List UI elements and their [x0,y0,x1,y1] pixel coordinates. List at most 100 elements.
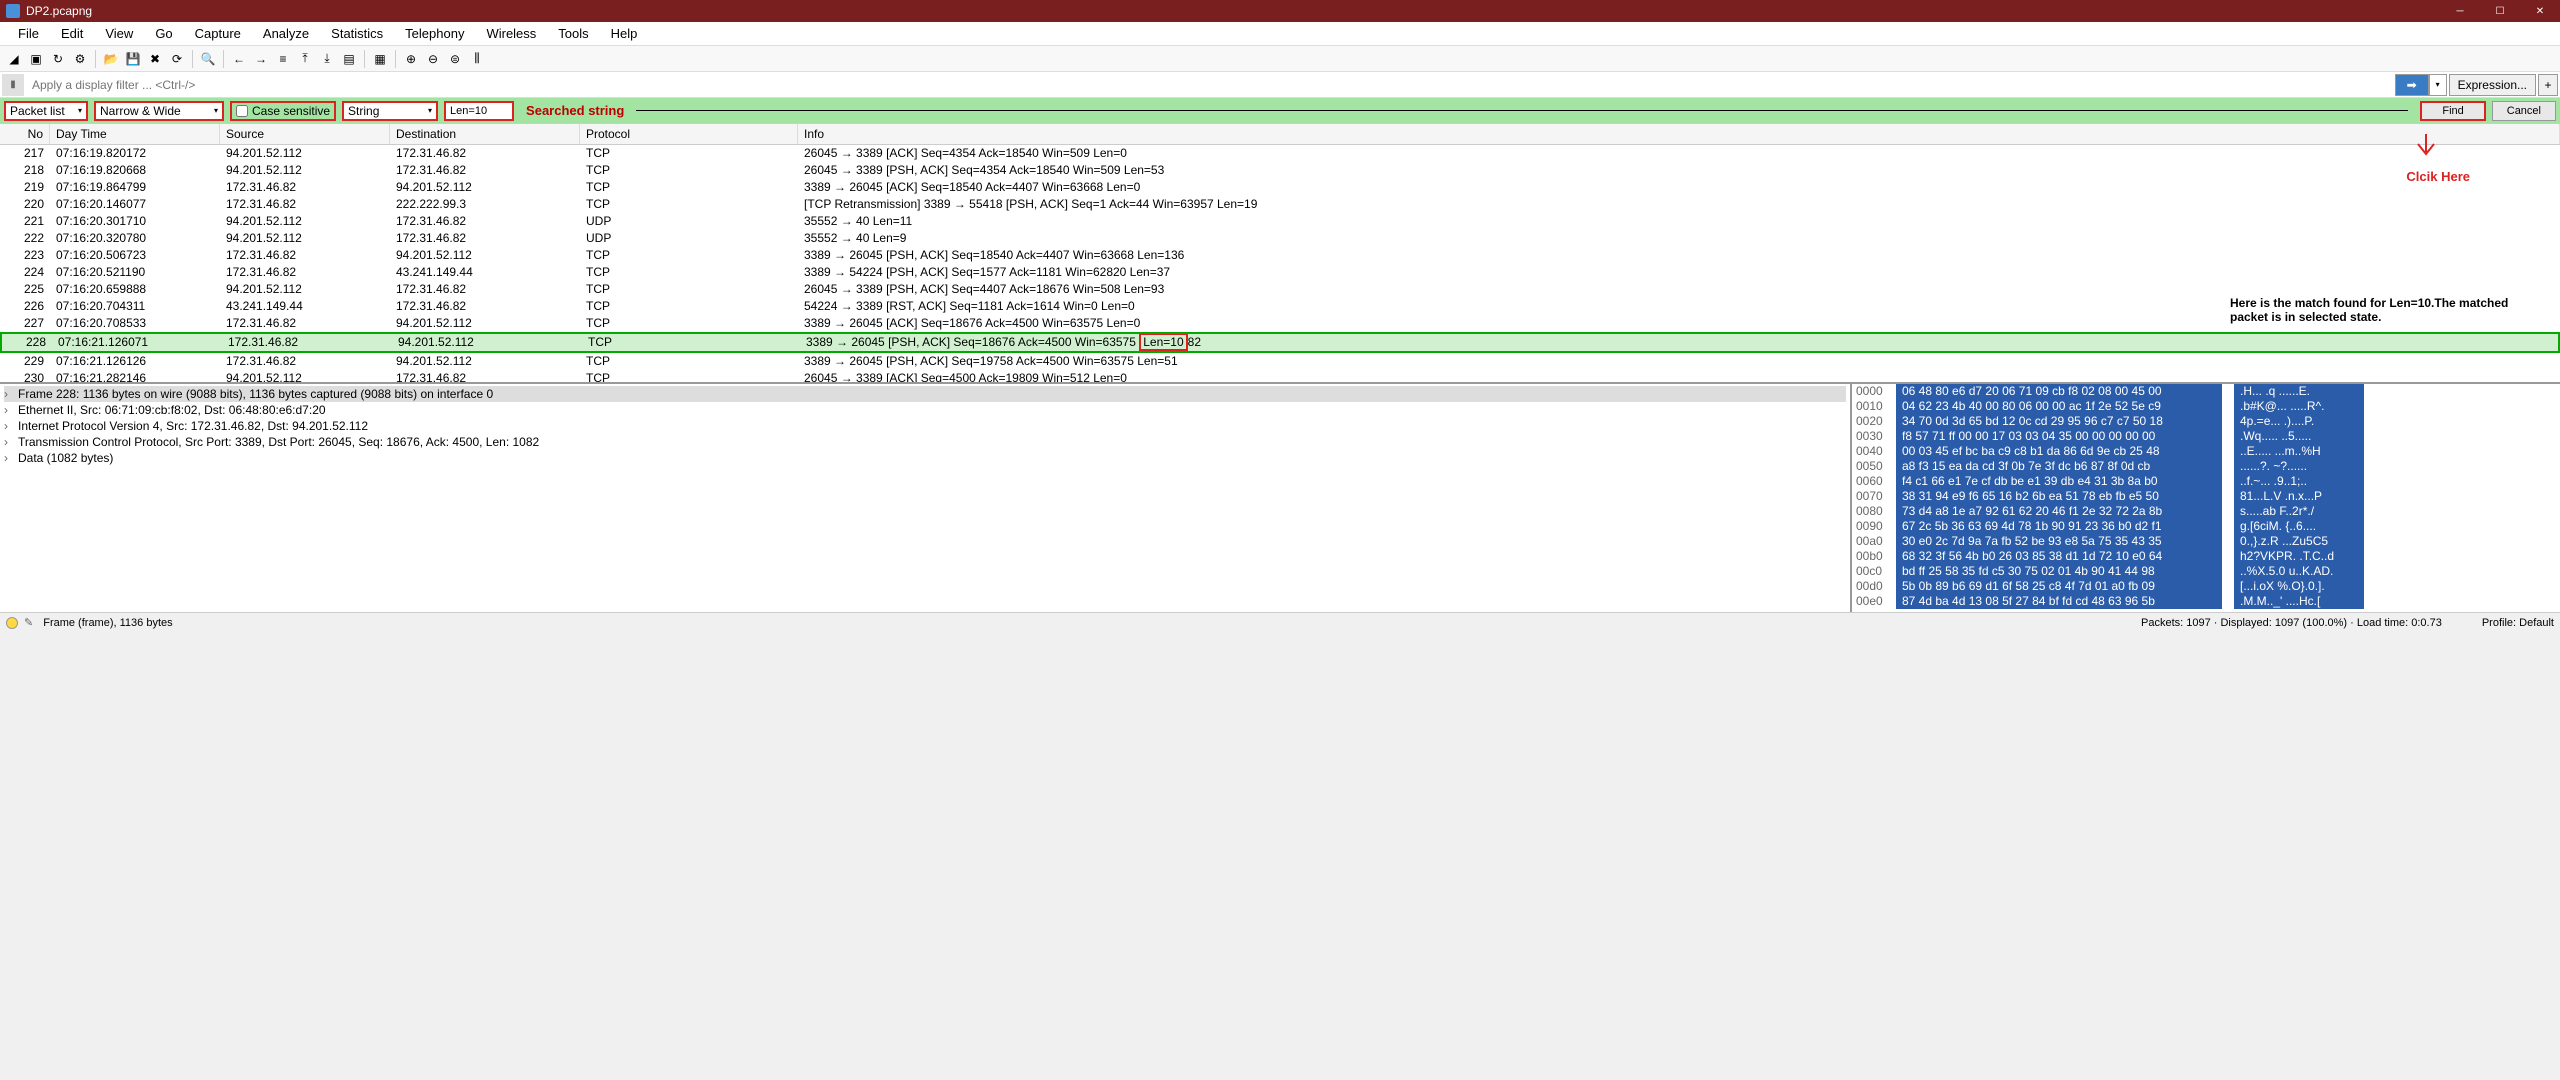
filter-history-dropdown[interactable]: ▾ [2429,74,2447,96]
packet-row[interactable]: 21707:16:19.82017294.201.52.112172.31.46… [0,145,2560,162]
menu-edit[interactable]: Edit [51,24,93,43]
colorize-icon[interactable]: ▦ [370,49,390,69]
packet-row[interactable]: 22007:16:20.146077172.31.46.82222.222.99… [0,196,2560,213]
hex-row[interactable]: 00e087 4d ba 4d 13 08 5f 27 84 bf fd cd … [1852,594,2560,609]
col-time-header[interactable]: Day Time [50,124,220,144]
menu-capture[interactable]: Capture [185,24,251,43]
maximize-button[interactable]: ☐ [2480,0,2520,22]
case-sensitive-input[interactable] [236,105,248,117]
packet-row[interactable]: 21807:16:19.82066894.201.52.112172.31.46… [0,162,2560,179]
menu-help[interactable]: Help [601,24,648,43]
hex-row[interactable]: 001004 62 23 4b 40 00 80 06 00 00 ac 1f … [1852,399,2560,414]
reload-icon[interactable]: ⟳ [167,49,187,69]
go-last-icon[interactable]: ⤓ [317,49,337,69]
hex-row[interactable]: 002034 70 0d 3d 65 bd 12 0c cd 29 95 96 … [1852,414,2560,429]
cancel-button[interactable]: Cancel [2492,101,2556,121]
find-button[interactable]: Find [2420,101,2485,121]
minimize-button[interactable]: ─ [2440,0,2480,22]
detail-line[interactable]: ›Frame 228: 1136 bytes on wire (9088 bit… [4,386,1846,402]
packet-row[interactable]: 22107:16:20.30171094.201.52.112172.31.46… [0,213,2560,230]
close-button[interactable]: ✕ [2520,0,2560,22]
resize-columns-icon[interactable]: ⫼ [467,49,487,69]
packet-row[interactable]: 22207:16:20.32078094.201.52.112172.31.46… [0,230,2560,247]
add-filter-button[interactable]: + [2538,74,2558,96]
packet-row[interactable]: 22407:16:20.521190172.31.46.8243.241.149… [0,264,2560,281]
packet-row[interactable]: 22807:16:21.126071172.31.46.8294.201.52.… [0,332,2560,353]
chevron-right-icon[interactable]: › [4,451,14,465]
hex-row[interactable]: 00a030 e0 2c 7d 9a 7a fb 52 be 93 e8 5a … [1852,534,2560,549]
display-filter-input[interactable] [26,74,2395,96]
open-file-icon[interactable]: 📂 [101,49,121,69]
menu-go[interactable]: Go [145,24,182,43]
hex-row[interactable]: 00d05b 0b 89 b6 69 d1 6f 58 25 c8 4f 7d … [1852,579,2560,594]
detail-line[interactable]: ›Internet Protocol Version 4, Src: 172.3… [4,418,1846,434]
packet-details-pane[interactable]: ›Frame 228: 1136 bytes on wire (9088 bit… [0,384,1852,612]
menu-wireless[interactable]: Wireless [476,24,546,43]
packet-row[interactable]: 22307:16:20.506723172.31.46.8294.201.52.… [0,247,2560,264]
goto-icon[interactable]: ≡ [273,49,293,69]
menu-analyze[interactable]: Analyze [253,24,319,43]
packet-list[interactable]: No Day Time Source Destination Protocol … [0,124,2560,384]
filter-bookmark-icon[interactable]: ▮ [2,74,24,96]
detail-line[interactable]: ›Ethernet II, Src: 06:71:09:cb:f8:02, Ds… [4,402,1846,418]
menu-file[interactable]: File [8,24,49,43]
packet-row[interactable]: 22507:16:20.65988894.201.52.112172.31.46… [0,281,2560,298]
hex-row[interactable]: 007038 31 94 e9 f6 65 16 b2 6b ea 51 78 … [1852,489,2560,504]
packet-list-header[interactable]: No Day Time Source Destination Protocol … [0,124,2560,145]
case-sensitive-checkbox[interactable]: Case sensitive [230,101,336,121]
apply-filter-button[interactable]: ➡ [2395,74,2429,96]
col-destination-header[interactable]: Destination [390,124,580,144]
packet-row[interactable]: 22907:16:21.126126172.31.46.8294.201.52.… [0,353,2560,370]
col-info-header[interactable]: Info [798,124,2560,144]
char-width-dropdown[interactable]: Narrow & Wide▾ [94,101,224,121]
packet-row[interactable]: 22707:16:20.708533172.31.46.8294.201.52.… [0,315,2560,332]
hex-row[interactable]: 0050a8 f3 15 ea da cd 3f 0b 7e 3f dc b6 … [1852,459,2560,474]
chevron-right-icon[interactable]: › [4,403,14,417]
menu-statistics[interactable]: Statistics [321,24,393,43]
hex-row[interactable]: 0030f8 57 71 ff 00 00 17 03 03 04 35 00 … [1852,429,2560,444]
zoom-in-icon[interactable]: ⊕ [401,49,421,69]
hex-row[interactable]: 009067 2c 5b 36 63 69 4d 78 1b 90 91 23 … [1852,519,2560,534]
save-file-icon[interactable]: 💾 [123,49,143,69]
expert-info-led[interactable] [6,617,18,629]
col-source-header[interactable]: Source [220,124,390,144]
menu-tools[interactable]: Tools [548,24,598,43]
col-protocol-header[interactable]: Protocol [580,124,798,144]
search-in-dropdown[interactable]: Packet list▾ [4,101,88,121]
packet-row[interactable]: 23007:16:21.28214694.201.52.112172.31.46… [0,370,2560,384]
zoom-reset-icon[interactable]: ⊜ [445,49,465,69]
capture-options-icon[interactable]: ⚙ [70,49,90,69]
expression-button[interactable]: Expression... [2449,74,2536,96]
search-value-input[interactable] [444,101,514,121]
close-file-icon[interactable]: ✖ [145,49,165,69]
go-first-icon[interactable]: ⤒ [295,49,315,69]
search-type-dropdown[interactable]: String▾ [342,101,438,121]
find-icon[interactable]: 🔍 [198,49,218,69]
packet-bytes-pane[interactable]: 000006 48 80 e6 d7 20 06 71 09 cb f8 02 … [1852,384,2560,612]
restart-capture-icon[interactable]: ↻ [48,49,68,69]
packet-row[interactable]: 21907:16:19.864799172.31.46.8294.201.52.… [0,179,2560,196]
hex-row[interactable]: 004000 03 45 ef bc ba c9 c8 b1 da 86 6d … [1852,444,2560,459]
hex-row[interactable]: 000006 48 80 e6 d7 20 06 71 09 cb f8 02 … [1852,384,2560,399]
chevron-right-icon[interactable]: › [4,387,14,401]
menu-view[interactable]: View [95,24,143,43]
stop-capture-icon[interactable]: ▣ [26,49,46,69]
status-profile[interactable]: Profile: Default [2482,617,2554,629]
menu-telephony[interactable]: Telephony [395,24,474,43]
hex-row[interactable]: 008073 d4 a8 1e a7 92 61 62 20 46 f1 2e … [1852,504,2560,519]
detail-line[interactable]: ›Data (1082 bytes) [4,450,1846,466]
detail-line[interactable]: ›Transmission Control Protocol, Src Port… [4,434,1846,450]
col-no-header[interactable]: No [0,124,50,144]
chevron-right-icon[interactable]: › [4,419,14,433]
hex-row[interactable]: 00b068 32 3f 56 4b b0 26 03 85 38 d1 1d … [1852,549,2560,564]
packet-row[interactable]: 22607:16:20.70431143.241.149.44172.31.46… [0,298,2560,315]
edit-prefs-icon[interactable]: ✎ [24,616,33,629]
hex-row[interactable]: 0060f4 c1 66 e1 7e cf db be e1 39 db e4 … [1852,474,2560,489]
chevron-right-icon[interactable]: › [4,435,14,449]
prev-icon[interactable]: ← [229,49,249,69]
hex-row[interactable]: 00c0bd ff 25 58 35 fd c5 30 75 02 01 4b … [1852,564,2560,579]
start-capture-icon[interactable]: ◢ [4,49,24,69]
next-icon[interactable]: → [251,49,271,69]
zoom-out-icon[interactable]: ⊖ [423,49,443,69]
autoscroll-icon[interactable]: ▤ [339,49,359,69]
